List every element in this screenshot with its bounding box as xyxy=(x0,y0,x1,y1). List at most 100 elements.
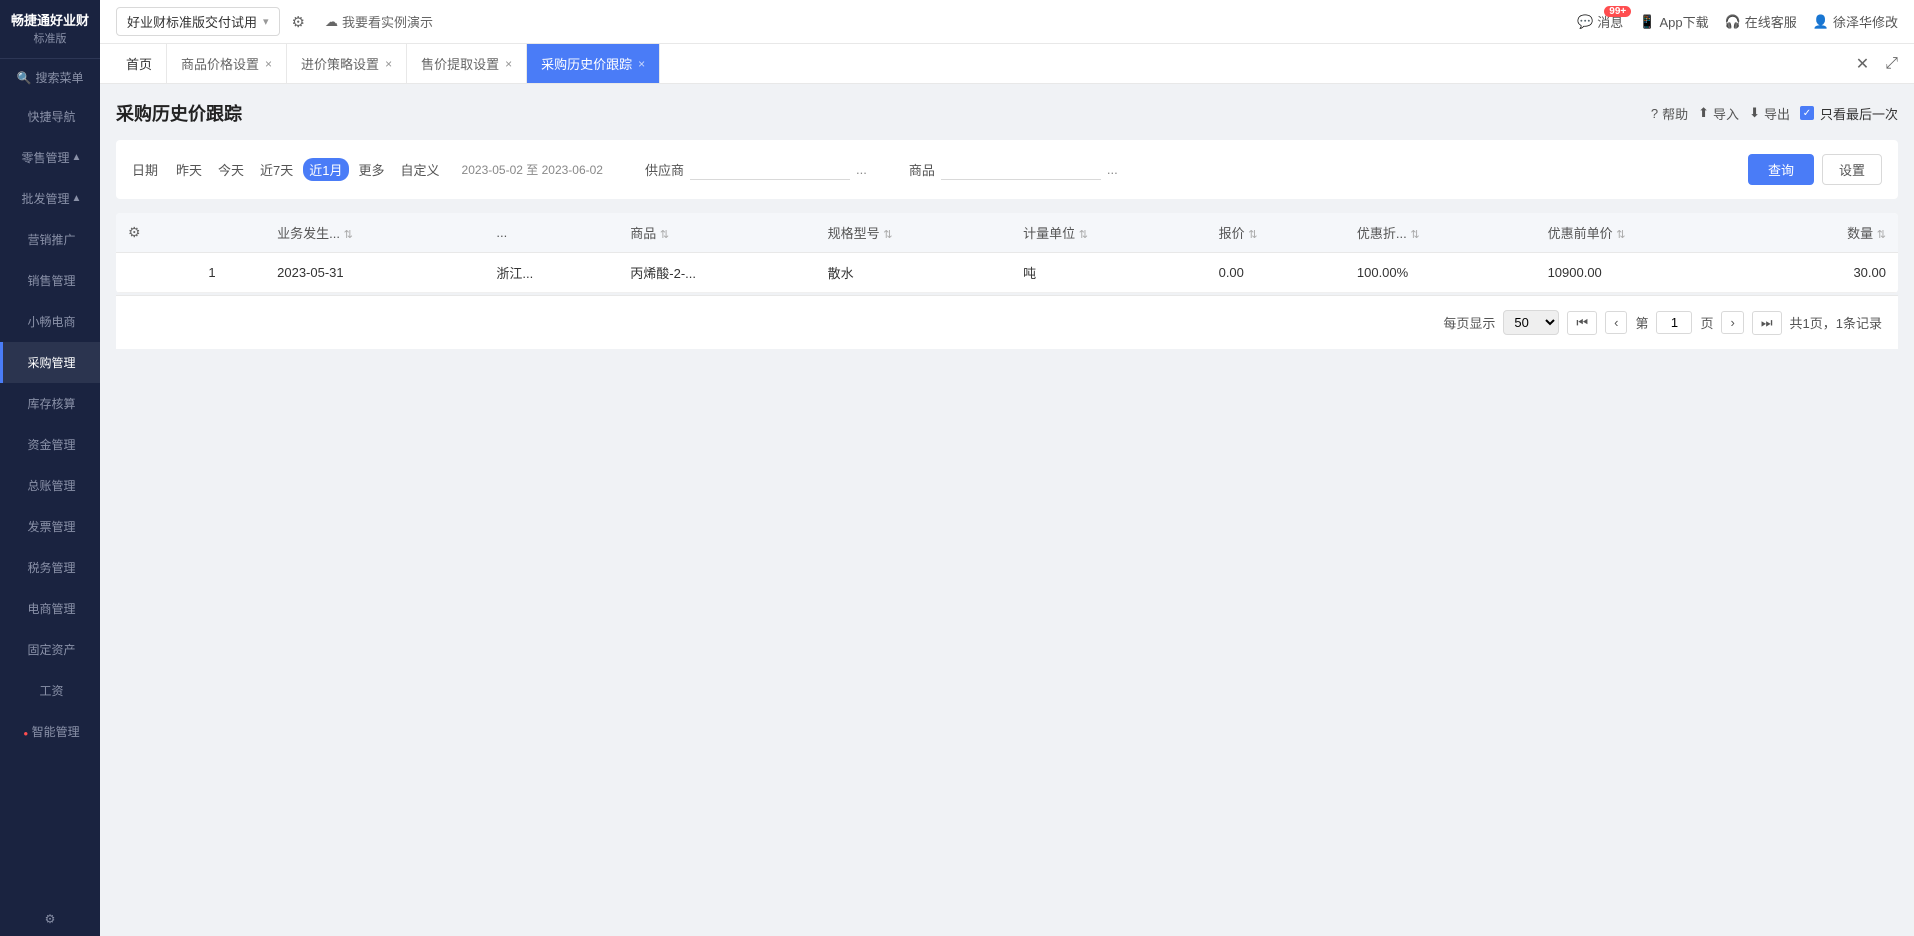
row-date: 2023-05-31 xyxy=(265,253,484,293)
header-settings-icon[interactable]: ⚙ xyxy=(292,13,305,31)
top-header: 好业财标准版交付试用 ▾ ⚙ ☁ 我要看实例演示 💬 消息 99+ 📱 App下… xyxy=(100,0,1914,44)
col-date-label: 业务发生... xyxy=(277,226,340,241)
col-discount[interactable]: 优惠折... ⇅ xyxy=(1345,213,1536,253)
page-actions: ? 帮助 ⬆ 导入 ⬇ 导出 只看最后一次 xyxy=(1651,104,1898,123)
tab-extract[interactable]: 售价提取设置 × xyxy=(407,44,527,84)
page-first-btn[interactable]: ⏮ xyxy=(1567,311,1597,335)
app-download-label: App下载 xyxy=(1659,12,1708,31)
page-title: 采购历史价跟踪 xyxy=(116,100,242,126)
col-unit[interactable]: 计量单位 ⇅ xyxy=(1011,213,1206,253)
sidebar-logo: 畅捷通好业财 标准版 xyxy=(0,0,100,59)
supplier-more[interactable]: ... xyxy=(856,162,867,177)
table-gear-icon[interactable]: ⚙ xyxy=(128,224,141,240)
product-selector[interactable]: 好业财标准版交付试用 ▾ xyxy=(116,7,280,36)
sidebar-item-sales-label: 销售管理 xyxy=(27,274,75,288)
sidebar-item-marketing[interactable]: 营销推广 xyxy=(0,219,100,260)
sidebar-item-ecommerce[interactable]: 小畅电商 xyxy=(0,301,100,342)
sidebar-item-ecommerce-label: 小畅电商 xyxy=(27,315,75,329)
sort-icon-discount: ⇅ xyxy=(1410,229,1419,241)
filter-goods: 商品 ... xyxy=(909,160,1118,180)
page-prev-btn[interactable]: ‹ xyxy=(1605,311,1627,334)
sidebar-settings[interactable]: ⚙ xyxy=(0,902,100,936)
col-supplier[interactable]: 商品 ⇅ xyxy=(618,213,815,253)
supplier-input[interactable] xyxy=(690,160,850,180)
sidebar-item-inventory-label: 库存核算 xyxy=(27,397,75,411)
tab-home[interactable]: 首页 xyxy=(112,44,167,84)
page-input[interactable] xyxy=(1656,311,1692,334)
settings-button[interactable]: 设置 xyxy=(1822,154,1882,185)
sidebar-item-invoice[interactable]: 发票管理 xyxy=(0,506,100,547)
sidebar-item-wholesale[interactable]: 批发管理 ▲ xyxy=(0,178,100,219)
only-last-checkbox[interactable]: 只看最后一次 xyxy=(1800,104,1898,123)
date-opt-7days[interactable]: 近7天 xyxy=(254,158,299,181)
import-icon: ⬆ xyxy=(1698,105,1709,121)
sidebar-item-inventory[interactable]: 库存核算 xyxy=(0,383,100,424)
sidebar-item-ledger[interactable]: 总账管理 xyxy=(0,465,100,506)
sidebar-item-ec[interactable]: 电商管理 xyxy=(0,588,100,629)
sidebar-item-intelligent[interactable]: ● 智能管理 xyxy=(0,711,100,752)
demo-link[interactable]: ☁ 我要看实例演示 xyxy=(325,12,433,31)
tab-price-close[interactable]: × xyxy=(265,57,272,71)
goods-more[interactable]: ... xyxy=(1107,162,1118,177)
export-label: 导出 xyxy=(1764,104,1790,123)
chevron-down-icon: ▾ xyxy=(263,15,269,28)
tabbar-close-btn[interactable]: ✕ xyxy=(1852,50,1873,78)
col-qty-label: 数量 xyxy=(1847,226,1873,241)
tabbar-maximize-btn[interactable]: ⤢ xyxy=(1881,51,1902,77)
tab-strategy-close[interactable]: × xyxy=(385,57,392,71)
date-opt-today[interactable]: 今天 xyxy=(212,158,250,181)
online-service-button[interactable]: 🎧 在线客服 xyxy=(1725,12,1797,31)
sidebar-item-finance[interactable]: 资金管理 xyxy=(0,424,100,465)
tab-strategy[interactable]: 进价策略设置 × xyxy=(287,44,407,84)
import-link[interactable]: ⬆ 导入 xyxy=(1698,104,1739,123)
page-content: 采购历史价跟踪 ? 帮助 ⬆ 导入 ⬇ 导出 只看最后一次 xyxy=(100,84,1914,936)
product-name: 好业财标准版交付试用 xyxy=(127,12,257,31)
sidebar-item-ec-label: 电商管理 xyxy=(27,602,75,616)
col-goods[interactable]: 规格型号 ⇅ xyxy=(816,213,1011,253)
sort-icon-goods: ⇅ xyxy=(883,229,892,241)
pagination: 每页显示 20 50 100 ⏮ ‹ 第 页 › ⏭ 共1页，1条记录 xyxy=(116,295,1898,349)
col-expand[interactable]: ... xyxy=(484,213,618,253)
goods-input[interactable] xyxy=(941,160,1101,180)
user-menu[interactable]: 👤 徐泽华修改 xyxy=(1813,12,1898,31)
col-before-discount[interactable]: 优惠前单价 ⇅ xyxy=(1536,213,1760,253)
query-button[interactable]: 查询 xyxy=(1748,154,1814,185)
date-opt-1month[interactable]: 近1月 xyxy=(303,158,348,181)
sidebar-item-purchase[interactable]: 采购管理 xyxy=(0,342,100,383)
row-discount: 100.00% xyxy=(1345,253,1536,293)
export-link[interactable]: ⬇ 导出 xyxy=(1749,104,1790,123)
date-opt-yesterday[interactable]: 昨天 xyxy=(170,158,208,181)
sidebar-item-tax[interactable]: 税务管理 xyxy=(0,547,100,588)
date-opt-more[interactable]: 更多 xyxy=(353,158,391,181)
page-last-btn[interactable]: ⏭ xyxy=(1752,311,1782,335)
help-link[interactable]: ? 帮助 xyxy=(1651,104,1688,123)
page-next-btn[interactable]: › xyxy=(1721,311,1743,334)
logo-title: 畅捷通好业财 xyxy=(10,12,90,30)
sidebar-item-quick-nav[interactable]: 快捷导航 xyxy=(0,96,100,137)
col-gear: ⚙ xyxy=(116,213,196,253)
col-unit-label: 计量单位 xyxy=(1023,226,1075,241)
message-button[interactable]: 💬 消息 99+ xyxy=(1577,12,1623,31)
per-page-select[interactable]: 20 50 100 xyxy=(1503,310,1559,335)
total-info: 共1页，1条记录 xyxy=(1790,313,1882,332)
sidebar-item-payroll[interactable]: 工资 xyxy=(0,670,100,711)
col-date[interactable]: 业务发生... ⇅ xyxy=(265,213,484,253)
sidebar-item-retail[interactable]: 零售管理 ▲ xyxy=(0,137,100,178)
headset-icon: 🎧 xyxy=(1725,14,1741,30)
col-price[interactable]: 报价 ⇅ xyxy=(1207,213,1345,253)
date-opt-custom[interactable]: 自定义 xyxy=(395,158,446,181)
sidebar-item-assets[interactable]: 固定资产 xyxy=(0,629,100,670)
sidebar-item-intelligent-label: 智能管理 xyxy=(32,725,80,739)
tab-extract-close[interactable]: × xyxy=(505,57,512,71)
app-download-button[interactable]: 📱 App下载 xyxy=(1639,12,1708,31)
col-qty[interactable]: 数量 ⇅ xyxy=(1760,213,1898,253)
sidebar-item-sales[interactable]: 销售管理 xyxy=(0,260,100,301)
tab-price[interactable]: 商品价格设置 × xyxy=(167,44,287,84)
tabbar-actions: ✕ ⤢ xyxy=(1852,50,1902,78)
sort-icon-before-discount: ⇅ xyxy=(1616,229,1625,241)
tab-history-close[interactable]: × xyxy=(638,57,645,71)
message-icon: 💬 xyxy=(1577,14,1593,30)
tab-history[interactable]: 采购历史价跟踪 × xyxy=(527,44,660,84)
sidebar-search[interactable]: 🔍 搜索菜单 xyxy=(0,59,100,96)
app-icon: 📱 xyxy=(1639,14,1655,30)
